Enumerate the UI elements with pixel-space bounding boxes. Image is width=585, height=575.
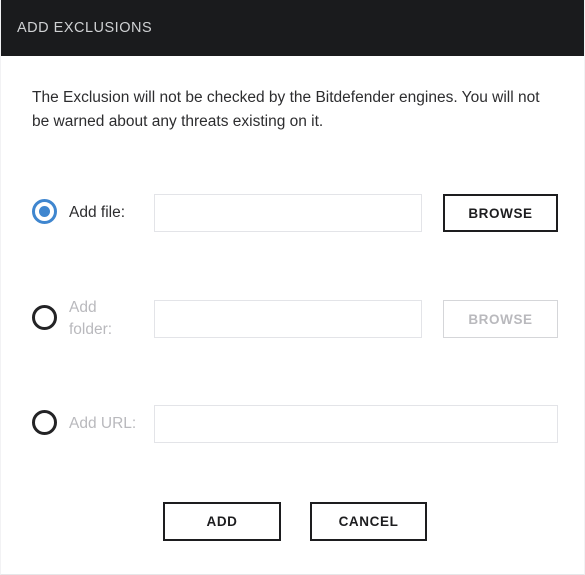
radio-label-add-folder[interactable]: Add folder:	[69, 297, 141, 341]
dialog-title: ADD EXCLUSIONS	[17, 20, 153, 36]
browse-button-add-file[interactable]: BROWSE	[443, 194, 558, 232]
radio-label-add-file[interactable]: Add file:	[69, 202, 125, 224]
add-url-input[interactable]	[155, 406, 557, 442]
cancel-button[interactable]: CANCEL	[310, 502, 427, 541]
dialog-description: The Exclusion will not be checked by the…	[32, 89, 540, 130]
option-row-add-file: Add file: BROWSE	[1, 189, 585, 237]
add-file-input[interactable]	[155, 195, 421, 231]
dialog-footer: ADD CANCEL	[1, 502, 585, 542]
browse-button-add-folder: BROWSE	[443, 300, 558, 338]
radio-add-file[interactable]	[32, 199, 57, 224]
radio-add-url[interactable]	[32, 410, 57, 435]
option-row-add-url: Add URL:	[1, 400, 585, 448]
input-wrapper-add-url[interactable]	[154, 405, 558, 443]
radio-add-folder[interactable]	[32, 305, 57, 330]
input-wrapper-add-file[interactable]	[154, 194, 422, 232]
radio-label-add-url[interactable]: Add URL:	[69, 413, 141, 435]
option-row-add-folder: Add folder: BROWSE	[1, 295, 585, 343]
input-wrapper-add-folder[interactable]	[154, 300, 422, 338]
add-exclusions-dialog: ADD EXCLUSIONS The Exclusion will not be…	[0, 0, 585, 575]
add-button[interactable]: ADD	[163, 502, 281, 541]
dialog-titlebar: ADD EXCLUSIONS	[1, 0, 584, 56]
add-folder-input[interactable]	[155, 301, 421, 337]
